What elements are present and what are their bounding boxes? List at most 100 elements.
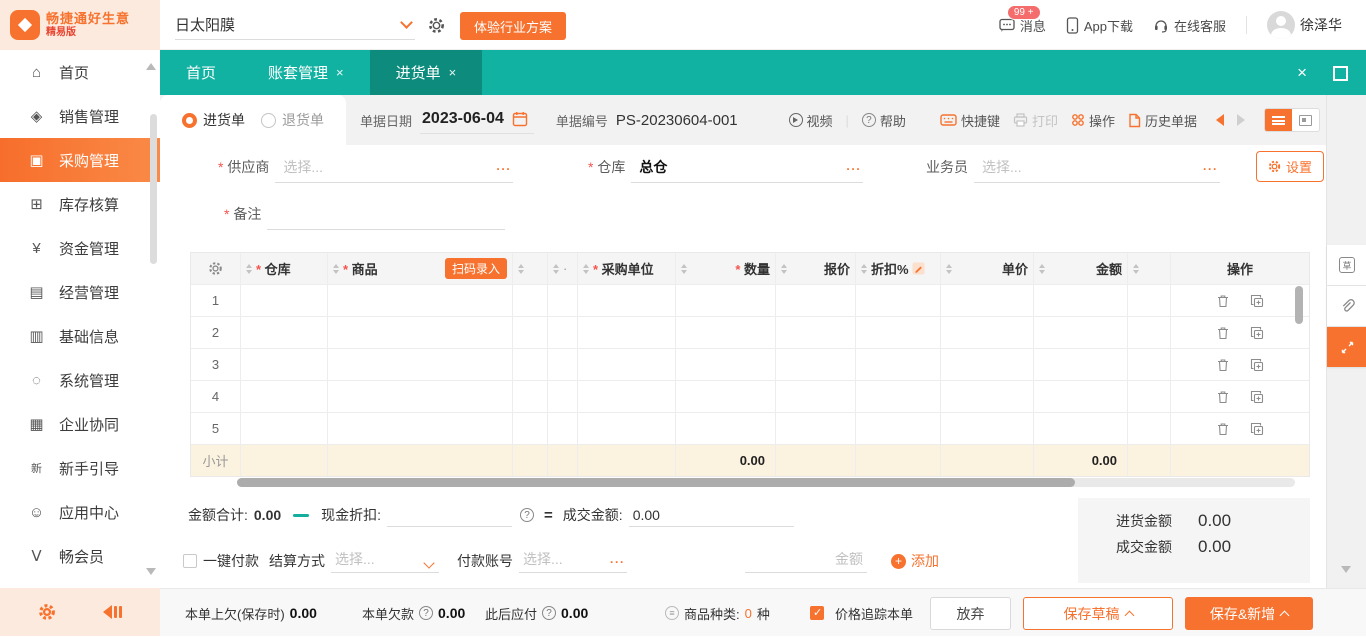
discard-button[interactable]: 放弃 <box>930 597 1011 630</box>
table-cell[interactable] <box>1128 381 1171 412</box>
sort-arrows-icon[interactable] <box>781 261 787 277</box>
draft-list-button[interactable]: 草 <box>1327 245 1366 285</box>
salesman-field[interactable]: 选择... <box>974 155 1220 183</box>
copy-row-icon[interactable] <box>1250 422 1264 436</box>
fullscreen-icon[interactable] <box>1333 66 1346 79</box>
user-menu[interactable]: 徐泽华 <box>1267 11 1342 39</box>
table-cell[interactable] <box>941 349 1034 380</box>
sidebar-item-sales[interactable]: ◈ 销售管理 <box>0 94 160 138</box>
table-cell[interactable] <box>1128 349 1171 380</box>
print-button[interactable]: 打印 <box>1013 111 1058 130</box>
table-cell[interactable] <box>856 349 941 380</box>
sort-arrows-icon[interactable] <box>946 261 952 277</box>
history-button[interactable]: 历史单据 <box>1128 111 1197 130</box>
table-cell[interactable] <box>1034 413 1128 444</box>
table-cell[interactable] <box>941 285 1034 316</box>
date-field[interactable]: 2023-06-04 <box>420 107 534 134</box>
tab-purchase-order[interactable]: 进货单 <box>369 50 483 95</box>
settle-method-select[interactable]: 选择... <box>331 549 439 573</box>
sidebar-scroll-up-icon[interactable] <box>146 58 156 70</box>
table-cell[interactable] <box>241 285 328 316</box>
table-cell[interactable] <box>1034 317 1128 348</box>
table-cell[interactable] <box>941 317 1034 348</box>
table-cell[interactable] <box>676 285 776 316</box>
question-circle-icon[interactable] <box>542 606 557 620</box>
app-download-button[interactable]: App下载 <box>1066 16 1133 35</box>
table-cell[interactable] <box>776 349 856 380</box>
sort-arrows-icon[interactable] <box>1039 261 1045 277</box>
copy-row-icon[interactable] <box>1250 390 1264 404</box>
table-cell[interactable] <box>578 317 676 348</box>
delete-row-icon[interactable] <box>1216 294 1230 308</box>
table-cell[interactable] <box>856 381 941 412</box>
table-cell[interactable] <box>513 285 548 316</box>
account-set-select[interactable]: 日太阳膜 <box>175 10 415 40</box>
sidebar-item-purchase[interactable]: ▣ 采购管理 <box>0 138 160 182</box>
account-settings-gear-icon[interactable] <box>428 17 445 34</box>
scan-entry-button[interactable]: 扫码录入 <box>444 258 507 279</box>
sort-arrows-icon[interactable] <box>518 261 524 277</box>
copy-row-icon[interactable] <box>1250 294 1264 308</box>
scroll-left-icon[interactable] <box>1210 114 1224 126</box>
one-click-pay-checkbox[interactable] <box>183 554 197 568</box>
sort-arrows-icon[interactable] <box>553 261 559 277</box>
price-track-checkbox[interactable] <box>810 606 824 620</box>
table-cell[interactable] <box>856 413 941 444</box>
tab-account-mgmt[interactable]: 账套管理 <box>242 50 370 95</box>
calendar-icon[interactable] <box>512 111 528 127</box>
table-cell[interactable] <box>578 285 676 316</box>
attachment-button[interactable] <box>1327 286 1366 326</box>
table-cell[interactable] <box>676 317 776 348</box>
table-cell[interactable] <box>776 317 856 348</box>
table-cell[interactable] <box>941 381 1034 412</box>
sort-arrows-icon[interactable] <box>583 261 589 277</box>
table-horizontal-scrollbar-thumb[interactable] <box>237 478 1075 487</box>
table-cell[interactable] <box>578 349 676 380</box>
delete-row-icon[interactable] <box>1216 390 1230 404</box>
table-cell[interactable] <box>328 285 513 316</box>
sidebar-item-system[interactable]: ◌ 系统管理 <box>0 358 160 402</box>
expand-panel-button[interactable] <box>1327 327 1366 367</box>
scroll-right-icon[interactable] <box>1237 114 1251 126</box>
table-cell[interactable] <box>548 317 578 348</box>
table-cell[interactable] <box>856 285 941 316</box>
more-icon[interactable] <box>610 553 625 569</box>
sidebar-item-member[interactable]: Ⅴ 畅会员 <box>0 534 160 578</box>
close-icon[interactable] <box>336 65 344 80</box>
table-cell[interactable] <box>578 381 676 412</box>
column-settings-cell[interactable] <box>191 253 241 284</box>
sidebar-item-operations[interactable]: ▤ 经营管理 <box>0 270 160 314</box>
table-cell[interactable] <box>676 349 776 380</box>
table-cell[interactable] <box>856 317 941 348</box>
help-button[interactable]: 帮助 <box>861 111 906 130</box>
delete-row-icon[interactable] <box>1216 358 1230 372</box>
table-cell[interactable] <box>776 381 856 412</box>
sidebar-item-collaboration[interactable]: ▦ 企业协同 <box>0 402 160 446</box>
edit-pencil-icon[interactable] <box>912 262 925 275</box>
table-cell[interactable] <box>328 413 513 444</box>
header-quote[interactable]: 报价 <box>776 253 856 284</box>
table-cell[interactable] <box>1128 285 1171 316</box>
deal-amount-field[interactable]: 0.00 <box>628 503 794 527</box>
sidebar-item-home[interactable]: ⌂ 首页 <box>0 50 160 94</box>
header-hidden-col[interactable]: · <box>548 253 578 284</box>
sidebar-item-inventory[interactable]: ⊞ 库存核算 <box>0 182 160 226</box>
sort-arrows-icon[interactable] <box>333 261 339 277</box>
shortcut-keys-button[interactable]: 快捷键 <box>940 111 1000 130</box>
table-cell[interactable] <box>328 381 513 412</box>
table-cell[interactable] <box>513 317 548 348</box>
table-cell[interactable] <box>776 285 856 316</box>
radio-return-order[interactable]: 退货单 <box>261 110 324 130</box>
delete-row-icon[interactable] <box>1216 422 1230 436</box>
header-hidden-col[interactable] <box>1128 253 1171 284</box>
save-and-new-button[interactable]: 保存&新增 <box>1185 597 1313 630</box>
table-cell[interactable] <box>328 317 513 348</box>
table-cell[interactable] <box>548 413 578 444</box>
more-icon[interactable] <box>846 160 861 176</box>
pay-amount-field[interactable]: 金额 <box>745 549 867 573</box>
header-amount[interactable]: 金额 <box>1034 253 1128 284</box>
list-view-button[interactable] <box>1265 109 1292 131</box>
cash-discount-field[interactable] <box>387 503 513 527</box>
sort-arrows-icon[interactable] <box>1133 261 1139 277</box>
close-icon[interactable] <box>449 65 457 80</box>
